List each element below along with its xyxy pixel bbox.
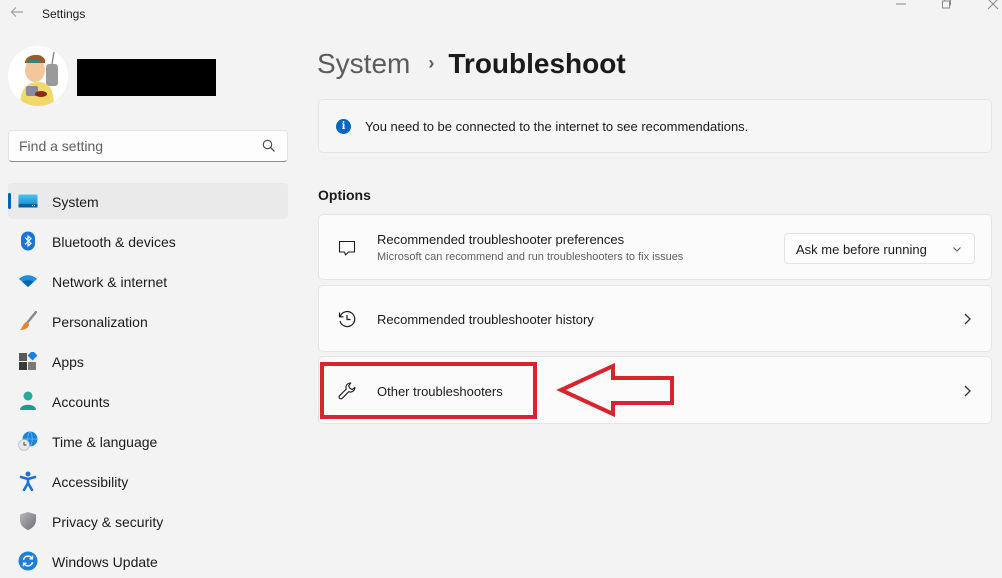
update-icon: [18, 551, 38, 571]
wifi-icon: [18, 272, 38, 290]
card-other-troubleshooters[interactable]: Other troubleshooters: [318, 356, 992, 424]
avatar-image: [8, 46, 68, 106]
avatar[interactable]: [8, 46, 68, 106]
section-title-options: Options: [318, 187, 371, 203]
sidebar-nav: System Bluetooth & devices Network & int…: [8, 183, 288, 578]
troubleshooter-preference-dropdown[interactable]: Ask me before running: [784, 233, 975, 264]
dropdown-selected-value: Ask me before running: [796, 242, 927, 257]
sidebar-item-system[interactable]: System: [8, 183, 288, 219]
sidebar-item-label: Privacy & security: [52, 514, 164, 530]
restore-button[interactable]: [924, 0, 970, 14]
apps-icon: [18, 352, 38, 370]
card-title: Recommended troubleshooter history: [377, 312, 594, 327]
sidebar-item-time-language[interactable]: Time & language: [8, 423, 288, 459]
sidebar-item-label: Windows Update: [52, 554, 158, 570]
sidebar-item-label: Time & language: [52, 434, 158, 450]
sidebar-item-bluetooth[interactable]: Bluetooth & devices: [8, 223, 288, 259]
history-icon: [338, 310, 356, 328]
restore-icon: [942, 0, 951, 9]
info-bar: i You need to be connected to the intern…: [318, 99, 992, 153]
person-icon: [18, 391, 38, 410]
arrow-left-icon: [10, 7, 23, 17]
sidebar-item-accounts[interactable]: Accounts: [8, 383, 288, 419]
close-icon: [987, 0, 999, 10]
globe-clock-icon: [18, 431, 38, 451]
sidebar-item-personalization[interactable]: Personalization: [8, 303, 288, 339]
sidebar-item-apps[interactable]: Apps: [8, 343, 288, 379]
title-bar: Settings: [0, 0, 1002, 30]
system-icon: [18, 192, 38, 210]
page-title: Troubleshoot: [448, 48, 626, 79]
sidebar-item-label: Apps: [52, 354, 84, 370]
breadcrumb-chevron-icon: ›: [428, 53, 435, 73]
card-troubleshooter-preferences: Recommended troubleshooter preferences M…: [318, 214, 992, 280]
sidebar-item-label: System: [52, 194, 99, 210]
sidebar-item-accessibility[interactable]: Accessibility: [8, 463, 288, 499]
breadcrumb-parent[interactable]: System: [317, 48, 410, 79]
close-button[interactable]: [970, 0, 1002, 14]
brush-icon: [18, 311, 38, 330]
card-subtitle: Microsoft can recommend and run troubles…: [377, 251, 684, 263]
sidebar-item-windows-update[interactable]: Windows Update: [8, 543, 288, 578]
back-button[interactable]: [8, 4, 26, 22]
app-title: Settings: [42, 7, 86, 21]
chevron-right-icon: [964, 385, 971, 397]
bluetooth-icon: [18, 231, 38, 251]
chevron-right-icon: [964, 313, 971, 325]
accessibility-icon: [18, 471, 38, 491]
card-title: Other troubleshooters: [377, 384, 503, 399]
search-box[interactable]: [8, 130, 288, 162]
search-icon[interactable]: [261, 138, 277, 154]
card-troubleshooter-history[interactable]: Recommended troubleshooter history: [318, 285, 992, 352]
sidebar-item-label: Accounts: [52, 394, 110, 410]
info-icon: i: [336, 119, 351, 134]
chevron-down-icon: [953, 247, 961, 252]
sidebar-item-label: Accessibility: [52, 474, 129, 490]
minimize-icon: [896, 3, 906, 5]
breadcrumb: System › Troubleshoot: [317, 48, 626, 80]
sidebar-item-label: Bluetooth & devices: [52, 234, 176, 250]
sidebar-item-label: Personalization: [52, 314, 148, 330]
user-name-redacted: [77, 59, 216, 96]
minimize-button[interactable]: [878, 0, 924, 14]
wrench-icon: [338, 382, 356, 400]
chat-bubble-icon: [338, 240, 356, 256]
shield-icon: [18, 512, 38, 530]
info-text: You need to be connected to the internet…: [365, 119, 749, 134]
sidebar-item-network[interactable]: Network & internet: [8, 263, 288, 299]
sidebar-item-label: Network & internet: [52, 274, 168, 290]
sidebar-item-privacy-security[interactable]: Privacy & security: [8, 503, 288, 539]
card-title: Recommended troubleshooter preferences: [377, 232, 625, 247]
search-input[interactable]: [19, 131, 259, 161]
